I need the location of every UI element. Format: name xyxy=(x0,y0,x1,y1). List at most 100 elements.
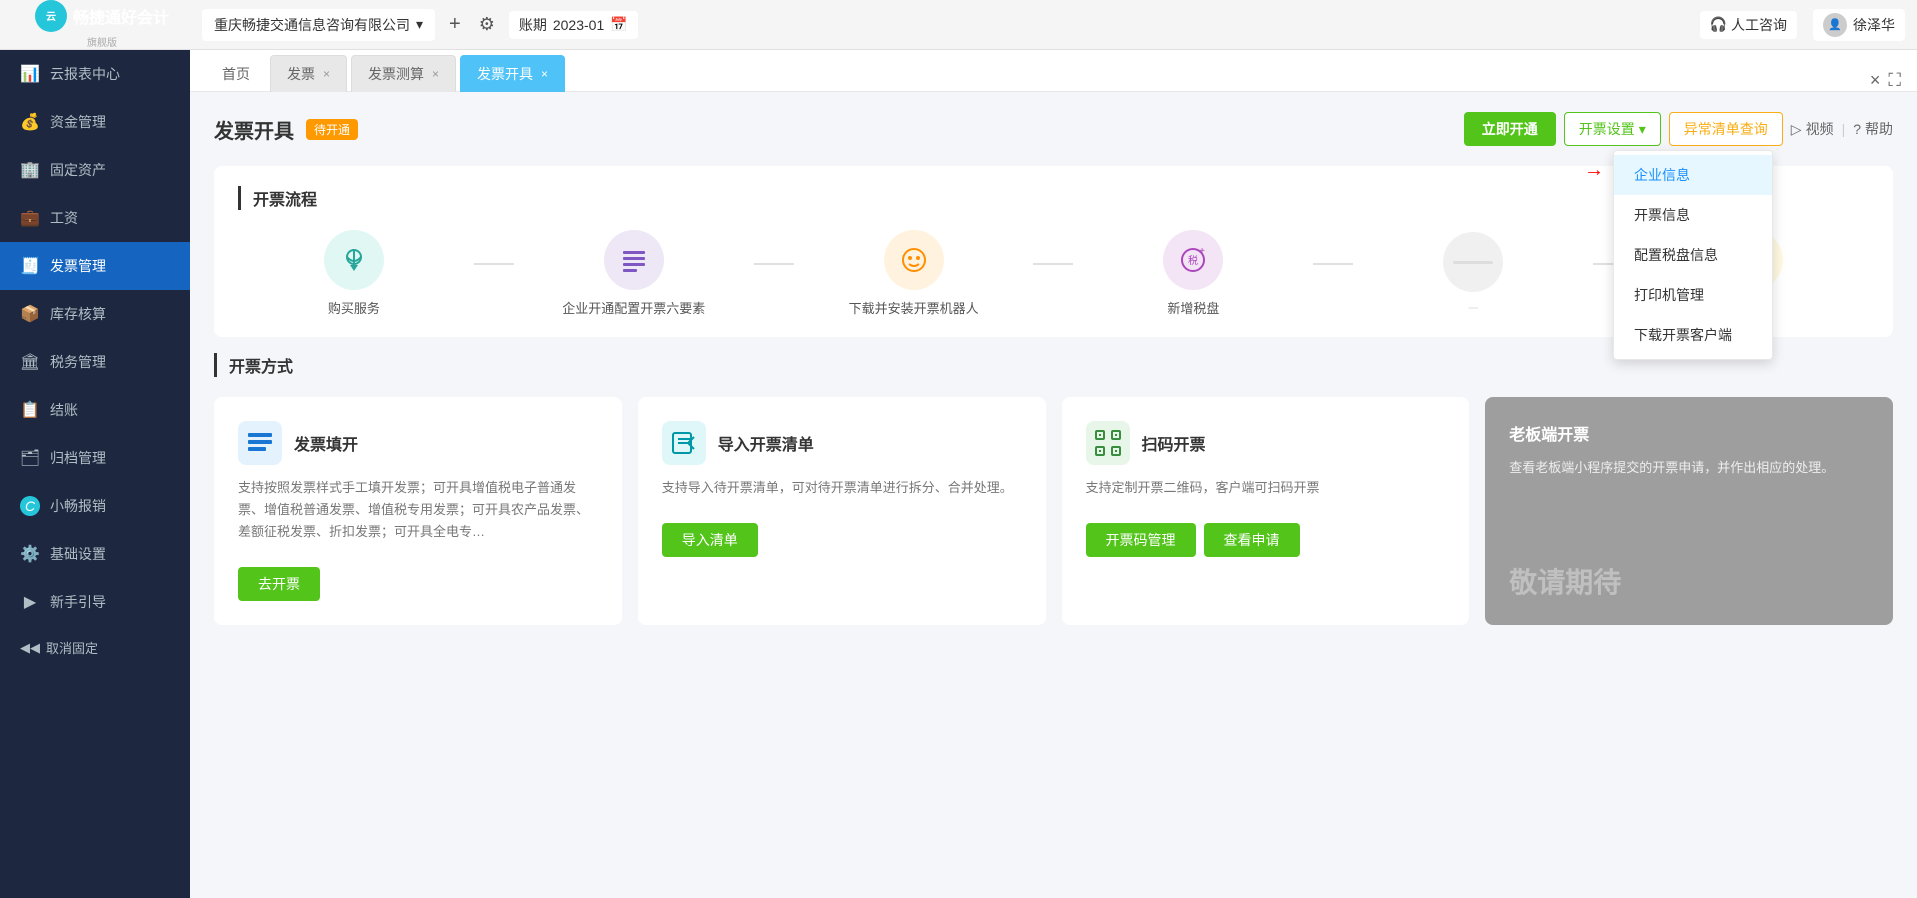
tax-icon: 🏛 xyxy=(20,352,40,372)
sidebar-item-fixed-assets[interactable]: 🏢 固定资产 xyxy=(0,146,190,194)
settle-icon: 📋 xyxy=(20,400,40,420)
sidebar-item-settle[interactable]: 📋 结账 xyxy=(0,386,190,434)
red-arrow-icon: → xyxy=(1584,159,1604,182)
flow-step-tax-disk: 税+ 新增税盘 xyxy=(1077,230,1309,317)
view-apply-button[interactable]: 查看申请 xyxy=(1204,523,1300,557)
help-button[interactable]: ? 帮助 xyxy=(1853,119,1893,139)
manual-fill-icon xyxy=(238,421,282,465)
video-label: 视频 xyxy=(1806,119,1834,139)
tab-invoice-open-close[interactable]: × xyxy=(541,67,548,81)
tab-home-label: 首页 xyxy=(222,64,250,84)
tab-maximize-button[interactable]: ⛶ xyxy=(1888,70,1901,91)
sidebar-item-inventory[interactable]: 📦 库存核算 xyxy=(0,290,190,338)
period-selector[interactable]: 账期 2023-01 📅 xyxy=(509,11,638,39)
sidebar-item-cloud-report[interactable]: 📊 云报表中心 xyxy=(0,50,190,98)
fixed-assets-icon: 🏢 xyxy=(20,160,40,180)
step-divider-1 xyxy=(474,263,514,265)
buy-service-label: 购买服务 xyxy=(328,298,380,317)
logo-icon: 云 xyxy=(35,0,67,32)
service-label: 人工咨询 xyxy=(1731,15,1787,35)
flow-step-config: 企业开通配置开票六要素 xyxy=(518,230,750,317)
sidebar-item-fund-mgmt[interactable]: 💰 资金管理 xyxy=(0,98,190,146)
download-icon xyxy=(884,230,944,290)
logo-text: 畅捷通好会计 xyxy=(73,4,169,28)
tab-home[interactable]: 首页 xyxy=(206,56,266,92)
manual-fill-desc: 支持按照发票样式手工填开发票；可开具增值税电子普通发票、增值税普通发票、增值税专… xyxy=(238,477,598,543)
method-card-import: 导入开票清单 支持导入待开票清单，可对待开票清单进行拆分、合并处理。 导入清单 xyxy=(638,397,1046,625)
sidebar-label: 资金管理 xyxy=(50,112,106,132)
import-list-title: 导入开票清单 xyxy=(718,431,814,455)
sidebar-collapse-button[interactable]: ◀◀ 取消固定 xyxy=(0,626,190,669)
dropdown-tax-disk[interactable]: 配置税盘信息 xyxy=(1614,235,1772,275)
cloud-report-icon: 📊 xyxy=(20,64,40,84)
video-button[interactable]: ▷ 视频 xyxy=(1791,119,1834,139)
header-actions: 立即开通 开票设置 ▾ 异常清单查询 ▷ 视频 | xyxy=(1464,112,1893,146)
guide-icon: ▶ xyxy=(20,592,40,612)
dropdown-company-info[interactable]: 企业信息 xyxy=(1614,155,1772,195)
tab-invoice-label: 发票 xyxy=(287,64,315,84)
tax-disk-label: 配置税盘信息 xyxy=(1634,245,1718,265)
settings-icon[interactable]: ⚙ xyxy=(475,10,499,39)
help-label: 帮助 xyxy=(1865,119,1893,139)
flow-step-download: 下载并安装开票机器人 xyxy=(798,230,1030,317)
archive-icon: 🗂 xyxy=(20,448,40,468)
dropdown-printer[interactable]: 打印机管理 xyxy=(1614,275,1772,315)
tab-invoice-close[interactable]: × xyxy=(323,67,330,81)
qr-manage-button[interactable]: 开票码管理 xyxy=(1086,523,1196,557)
placeholder-label: ─ xyxy=(1469,300,1478,315)
avatar: 👤 xyxy=(1823,13,1847,37)
tax-disk-label: 新增税盘 xyxy=(1167,298,1219,317)
step-divider-3 xyxy=(1033,263,1073,265)
settings-dropdown-menu: → 企业信息 开票信息 配置税盘信息 打印机管理 xyxy=(1613,150,1773,360)
sidebar-item-tax-mgmt[interactable]: 🏛 税务管理 xyxy=(0,338,190,386)
status-badge: 待开通 xyxy=(306,119,358,140)
sidebar-item-archive[interactable]: 🗂 归档管理 xyxy=(0,434,190,482)
sidebar-label: 云报表中心 xyxy=(50,64,120,84)
tab-invoice-calc-label: 发票测算 xyxy=(368,64,424,84)
buy-service-icon xyxy=(324,230,384,290)
go-invoice-button[interactable]: 去开票 xyxy=(238,567,320,601)
service-button[interactable]: 🎧 人工咨询 xyxy=(1700,11,1797,39)
tab-calc-close[interactable]: × xyxy=(432,67,439,81)
sidebar-label: 发票管理 xyxy=(50,256,106,276)
dropdown-download-client[interactable]: 下载开票客户端 xyxy=(1614,315,1772,355)
company-name: 重庆畅捷交通信息咨询有限公司 xyxy=(214,15,410,35)
settings-button[interactable]: 开票设置 ▾ xyxy=(1564,112,1661,146)
scan-title: 扫码开票 xyxy=(1142,431,1206,455)
methods-grid: 发票填开 支持按照发票样式手工填开发票；可开具增值税电子普通发票、增值税普通发票… xyxy=(214,397,1893,625)
sidebar-item-invoice-mgmt[interactable]: 🧾 发票管理 xyxy=(0,242,190,290)
tab-invoice-open[interactable]: 发票开具 × xyxy=(460,55,565,92)
sidebar-label: 归档管理 xyxy=(50,448,106,468)
placeholder-icon xyxy=(1443,232,1503,292)
sidebar-item-basic-settings[interactable]: ⚙️ 基础设置 xyxy=(0,530,190,578)
import-list-button[interactable]: 导入清单 xyxy=(662,523,758,557)
methods-section: 开票方式 发票填开 支持按照发票样式手工填开发票；可开具增值税电子普通发票、增值… xyxy=(214,353,1893,625)
dropdown-invoice-info[interactable]: 开票信息 xyxy=(1614,195,1772,235)
tab-invoice[interactable]: 发票 × xyxy=(270,55,347,92)
company-selector[interactable]: 重庆畅捷交通信息咨询有限公司 ▾ xyxy=(202,9,435,41)
tab-close-all-button[interactable]: × xyxy=(1870,70,1881,91)
abnormal-list-button[interactable]: 异常清单查询 xyxy=(1669,112,1783,146)
tax-disk-step-icon: 税+ xyxy=(1163,230,1223,290)
sidebar-item-xiaochang[interactable]: C 小畅报销 xyxy=(0,482,190,530)
user-button[interactable]: 👤 徐泽华 xyxy=(1813,9,1905,41)
tab-invoice-open-label: 发票开具 xyxy=(477,64,533,84)
sidebar: 📊 云报表中心 💰 资金管理 🏢 固定资产 💼 工资 🧾 发票管理 📦 xyxy=(0,50,190,898)
sidebar-label: 税务管理 xyxy=(50,352,106,372)
user-name: 徐泽华 xyxy=(1853,15,1895,35)
settings-gear-icon: ⚙️ xyxy=(20,544,40,564)
sidebar-item-new-guide[interactable]: ▶ 新手引导 xyxy=(0,578,190,626)
scan-desc: 支持定制开票二维码，客户端可扫码开票 xyxy=(1086,477,1446,499)
activate-button[interactable]: 立即开通 xyxy=(1464,112,1556,146)
fund-icon: 💰 xyxy=(20,112,40,132)
settings-dropdown-container: 开票设置 ▾ xyxy=(1564,112,1661,146)
tab-invoice-calc[interactable]: 发票测算 × xyxy=(351,55,456,92)
sidebar-item-payroll[interactable]: 💼 工资 xyxy=(0,194,190,242)
payroll-icon: 💼 xyxy=(20,208,40,228)
config-label: 企业开通配置开票六要素 xyxy=(562,298,705,317)
svg-text:+: + xyxy=(1199,246,1205,257)
add-company-button[interactable]: + xyxy=(445,9,465,40)
sidebar-label: 小畅报销 xyxy=(50,496,106,516)
import-list-icon xyxy=(662,421,706,465)
boss-invoice-title: 老板端开票 xyxy=(1509,421,1869,445)
